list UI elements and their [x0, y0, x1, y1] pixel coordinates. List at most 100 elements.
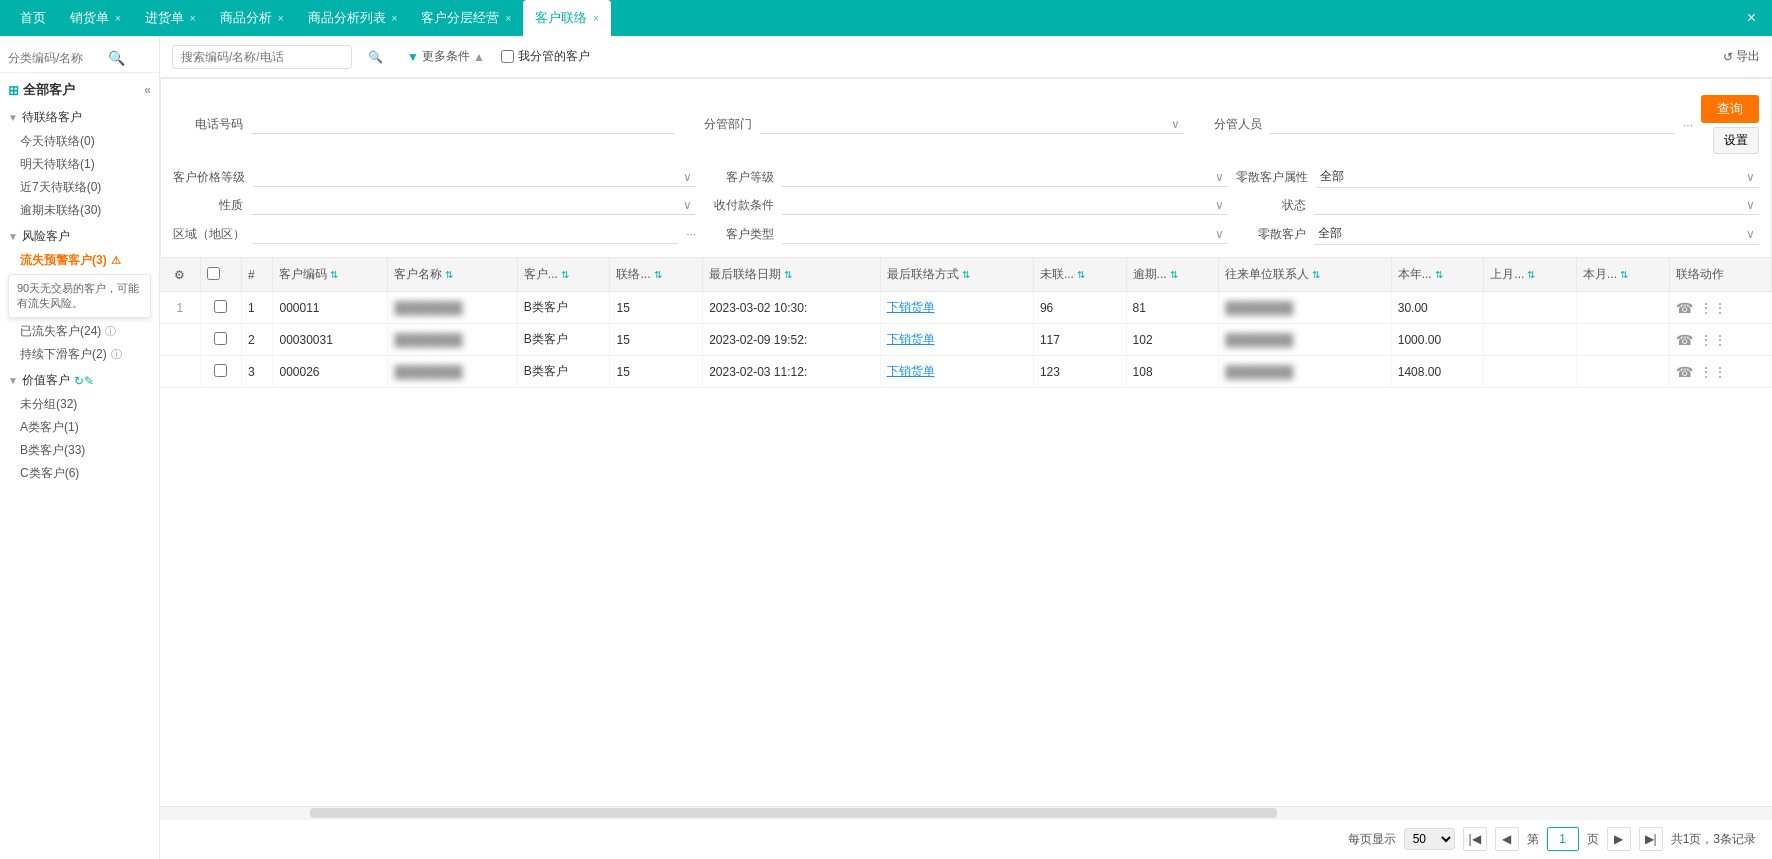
price-level-select[interactable]: ∨ [253, 168, 696, 187]
row1-check[interactable] [214, 300, 227, 313]
th-last-contact-method[interactable]: 最后联络方式 ⇅ [880, 258, 1033, 292]
th-name-sort-icon[interactable]: ⇅ [445, 269, 453, 280]
row1-last-method[interactable]: 下销货单 [880, 292, 1033, 324]
settings-icon[interactable]: ⚙ [174, 268, 185, 282]
sidebar-item-class-c[interactable]: C类客户(6) [0, 462, 159, 485]
sidebar-item-declining[interactable]: 持续下滑客户(2) ⓘ [0, 343, 159, 366]
per-page-select[interactable]: 50 20 100 [1404, 828, 1455, 850]
th-settings[interactable]: ⚙ [160, 258, 200, 292]
th-contact-sort-icon[interactable]: ⇅ [654, 269, 662, 280]
sidebar-item-today[interactable]: 今天待联络(0) [0, 130, 159, 153]
th-code-sort-icon[interactable]: ⇅ [330, 269, 338, 280]
tab-sales-order[interactable]: 销货单 × [58, 0, 133, 36]
page-input[interactable] [1547, 827, 1579, 851]
sidebar-item-churned[interactable]: 已流失客户(24) ⓘ [0, 320, 159, 343]
th-last-method-sort-icon[interactable]: ⇅ [962, 269, 970, 280]
sidebar-collapse-icon[interactable]: « [144, 83, 151, 97]
sidebar-search-input[interactable] [8, 51, 108, 65]
retail-attr-select[interactable]: 全部 ∨ [1316, 166, 1759, 188]
tab-purchase-close[interactable]: × [190, 13, 196, 24]
select-all-checkbox[interactable] [207, 267, 220, 280]
page-first-button[interactable]: |◀ [1463, 827, 1487, 851]
th-last-date-sort-icon[interactable]: ⇅ [784, 269, 792, 280]
row3-checkbox[interactable] [200, 356, 242, 388]
sidebar-search-icon[interactable]: 🔍 [108, 50, 125, 66]
th-unlinked-sort-icon[interactable]: ⇅ [1077, 269, 1085, 280]
horizontal-scrollbar[interactable] [160, 806, 1772, 818]
sidebar-item-churn-warning[interactable]: 流失预警客户(3) ⚠ [0, 249, 159, 272]
status-select[interactable]: ∨ [1314, 196, 1759, 215]
th-this-month-sort-icon[interactable]: ⇅ [1620, 269, 1628, 280]
phone-input[interactable] [251, 115, 674, 134]
sidebar-item-class-a[interactable]: A类客户(1) [0, 416, 159, 439]
row2-last-method[interactable]: 下销货单 [880, 324, 1033, 356]
th-last-month-sort-icon[interactable]: ⇅ [1527, 269, 1535, 280]
payment-select[interactable]: ∨ [782, 196, 1227, 215]
th-this-month[interactable]: 本月... ⇅ [1577, 258, 1670, 292]
th-contact[interactable]: 联络... ⇅ [610, 258, 703, 292]
manager-input[interactable] [1270, 115, 1675, 134]
search-button[interactable]: 🔍 [360, 46, 391, 68]
tab-purchase-order[interactable]: 进货单 × [133, 0, 208, 36]
tab-segment-close[interactable]: × [505, 13, 511, 24]
setting-button[interactable]: 设置 [1713, 127, 1759, 154]
manager-more-icon[interactable]: ··· [1683, 118, 1693, 132]
th-code[interactable]: 客户编码 ⇅ [273, 258, 388, 292]
window-close-icon[interactable]: × [1739, 9, 1764, 27]
row1-checkbox[interactable] [200, 292, 242, 324]
row2-more-icon[interactable]: ⋮⋮ [1699, 332, 1727, 348]
row3-contact-icon[interactable]: ☎ [1676, 364, 1693, 380]
th-this-year-sort-icon[interactable]: ⇅ [1435, 269, 1443, 280]
sidebar-item-7days[interactable]: 近7天待联络(0) [0, 176, 159, 199]
th-overdue-sort-icon[interactable]: ⇅ [1170, 269, 1178, 280]
sidebar-all-customers[interactable]: ⊞ 全部客户 « [0, 77, 159, 103]
row1-contact-icon[interactable]: ☎ [1676, 300, 1693, 316]
th-unit-contact[interactable]: 往来单位联系人 ⇅ [1219, 258, 1391, 292]
sidebar-group-risk-title[interactable]: ▼ 风险客户 [0, 224, 159, 249]
row2-check[interactable] [214, 332, 227, 345]
row2-contact-icon[interactable]: ☎ [1676, 332, 1693, 348]
row2-checkbox[interactable] [200, 324, 242, 356]
tab-product-analysis[interactable]: 商品分析 × [208, 0, 296, 36]
th-overdue[interactable]: 逾期... ⇅ [1126, 258, 1219, 292]
th-unit-sort-icon[interactable]: ⇅ [1312, 269, 1320, 280]
region-input[interactable] [253, 225, 678, 244]
page-prev-button[interactable]: ◀ [1495, 827, 1519, 851]
edit-icon[interactable]: ✎ [84, 374, 94, 388]
my-customers-checkbox[interactable] [501, 50, 514, 63]
th-last-month[interactable]: 上月... ⇅ [1484, 258, 1577, 292]
th-unlinked[interactable]: 未联... ⇅ [1033, 258, 1126, 292]
th-type[interactable]: 客户... ⇅ [517, 258, 610, 292]
tab-product-list-close[interactable]: × [392, 13, 398, 24]
sidebar-group-pending-title[interactable]: ▼ 待联络客户 [0, 105, 159, 130]
more-conditions-button[interactable]: ▼ 更多条件 ▲ [399, 44, 493, 69]
sidebar-group-value-title[interactable]: ▼ 价值客户 ↻ ✎ [0, 368, 159, 393]
refresh-icon[interactable]: ↻ [74, 374, 84, 388]
dept-select[interactable]: ∨ [760, 115, 1183, 134]
row3-last-method[interactable]: 下销货单 [880, 356, 1033, 388]
tab-product-analysis-close[interactable]: × [278, 13, 284, 24]
page-next-button[interactable]: ▶ [1607, 827, 1631, 851]
tab-product-analysis-list[interactable]: 商品分析列表 × [296, 0, 410, 36]
th-this-year[interactable]: 本年... ⇅ [1391, 258, 1484, 292]
sidebar-item-tomorrow[interactable]: 明天待联络(1) [0, 153, 159, 176]
export-button[interactable]: ↺ 导出 [1723, 48, 1760, 65]
sidebar-item-overdue[interactable]: 逾期未联络(30) [0, 199, 159, 222]
customer-level-select[interactable]: ∨ [782, 168, 1227, 187]
tab-customer-contact[interactable]: 客户联络 × [523, 0, 611, 36]
tab-home[interactable]: 首页 [8, 0, 58, 36]
query-button[interactable]: 查询 [1701, 95, 1759, 123]
page-last-button[interactable]: ▶| [1639, 827, 1663, 851]
sidebar-item-class-b[interactable]: B类客户(33) [0, 439, 159, 462]
row1-more-icon[interactable]: ⋮⋮ [1699, 300, 1727, 316]
tab-sales-close[interactable]: × [115, 13, 121, 24]
my-customers-checkbox-label[interactable]: 我分管的客户 [501, 48, 590, 65]
region-more-icon[interactable]: ··· [686, 227, 696, 241]
th-checkbox[interactable] [200, 258, 242, 292]
scrollbar-thumb[interactable] [310, 808, 1277, 818]
sidebar-item-ungrouped[interactable]: 未分组(32) [0, 393, 159, 416]
th-name[interactable]: 客户名称 ⇅ [388, 258, 517, 292]
th-last-contact-date[interactable]: 最后联络日期 ⇅ [703, 258, 880, 292]
row3-check[interactable] [214, 364, 227, 377]
tab-contact-close[interactable]: × [593, 13, 599, 24]
